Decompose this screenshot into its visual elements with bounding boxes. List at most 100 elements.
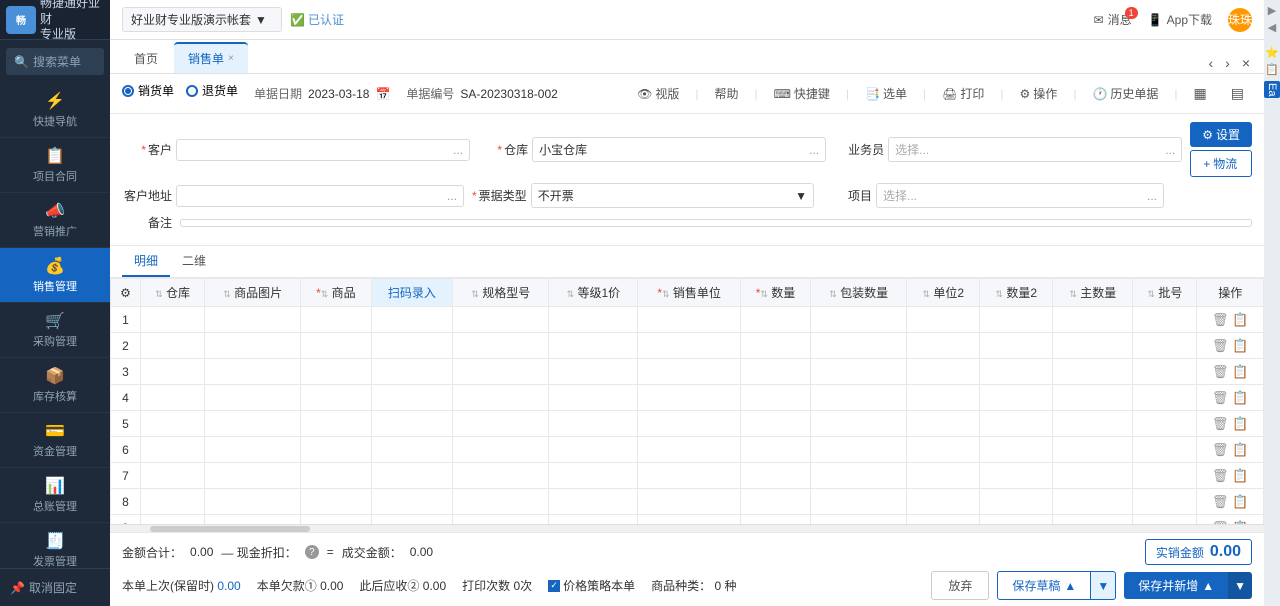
row-barcode[interactable]	[371, 359, 453, 385]
search-menu-button[interactable]: 🔍 搜索菜单	[6, 48, 104, 75]
row-warehouse[interactable]	[141, 489, 205, 515]
row-goods[interactable]	[301, 385, 371, 411]
row-unit2[interactable]	[907, 489, 980, 515]
row-delete-icon[interactable]: 🗑	[1212, 416, 1229, 432]
salesperson-input[interactable]: 选择... ...	[888, 137, 1182, 162]
save-draft-button[interactable]: 保存草稿 ▲	[997, 571, 1091, 600]
row-img[interactable]	[205, 307, 301, 333]
sidebar-item-invoice[interactable]: 🧾 发票管理	[0, 523, 110, 568]
row-barcode[interactable]	[371, 463, 453, 489]
save-draft-arrow-button[interactable]: ▼	[1091, 571, 1116, 600]
row-warehouse[interactable]	[141, 411, 205, 437]
view-button[interactable]: 👁 视版	[629, 82, 687, 105]
row-qty2[interactable]	[980, 333, 1053, 359]
row-packqty[interactable]	[811, 515, 907, 525]
col-settings[interactable]: ⚙	[111, 279, 141, 307]
row-copy-icon[interactable]: 📋	[1232, 364, 1248, 380]
row-warehouse[interactable]	[141, 515, 205, 525]
sidebar-item-purchase[interactable]: 🛒 采购管理	[0, 303, 110, 358]
row-qty2[interactable]	[980, 411, 1053, 437]
setup-button[interactable]: ⚙ 设置	[1190, 122, 1252, 147]
row-mainqty[interactable]	[1053, 385, 1133, 411]
row-qty2[interactable]	[980, 463, 1053, 489]
project-input[interactable]: 选择... ...	[876, 183, 1164, 208]
row-unit2[interactable]	[907, 307, 980, 333]
row-mainqty[interactable]	[1053, 333, 1133, 359]
customer-addr-input[interactable]: ...	[176, 185, 464, 207]
row-warehouse[interactable]	[141, 333, 205, 359]
row-batch[interactable]	[1133, 385, 1197, 411]
row-price1[interactable]	[549, 515, 638, 525]
row-copy-icon[interactable]: 📋	[1232, 390, 1248, 406]
row-barcode[interactable]	[371, 333, 453, 359]
col-qty2[interactable]: ⇅ 数量2	[980, 279, 1053, 307]
row-goods[interactable]	[301, 515, 371, 525]
row-delete-icon[interactable]: 🗑	[1212, 468, 1229, 484]
row-spec[interactable]	[453, 359, 549, 385]
row-packqty[interactable]	[811, 411, 907, 437]
row-delete-icon[interactable]: 🗑	[1212, 390, 1229, 406]
row-qty2[interactable]	[980, 385, 1053, 411]
row-qty[interactable]	[740, 489, 810, 515]
col-barcode[interactable]: 扫码录入	[371, 279, 453, 307]
row-unit2[interactable]	[907, 463, 980, 489]
warehouse-picker-dots[interactable]: ...	[809, 143, 819, 157]
row-img[interactable]	[205, 333, 301, 359]
col-qty[interactable]: *⇅ 数量	[740, 279, 810, 307]
row-price1[interactable]	[549, 437, 638, 463]
row-qty[interactable]	[740, 385, 810, 411]
row-qty[interactable]	[740, 463, 810, 489]
unpin-button[interactable]: 📌 取消固定	[6, 575, 104, 600]
row-mainqty[interactable]	[1053, 411, 1133, 437]
row-batch[interactable]	[1133, 437, 1197, 463]
calendar-icon[interactable]: 📅	[375, 87, 390, 101]
row-goods[interactable]	[301, 307, 371, 333]
right-panel-icon-2[interactable]: ◀	[1266, 21, 1279, 34]
row-goods[interactable]	[301, 411, 371, 437]
tab-next-button[interactable]: ›	[1221, 53, 1234, 73]
salesperson-picker-dots[interactable]: ...	[1165, 143, 1175, 157]
row-img[interactable]	[205, 515, 301, 525]
row-qty[interactable]	[740, 359, 810, 385]
row-packqty[interactable]	[811, 333, 907, 359]
table-tab-2d[interactable]: 二维	[170, 246, 218, 277]
tab-prev-button[interactable]: ‹	[1204, 53, 1217, 73]
row-goods[interactable]	[301, 489, 371, 515]
col-main-qty[interactable]: ⇅ 主数量	[1053, 279, 1133, 307]
print-button[interactable]: 🖨 打印	[934, 82, 992, 105]
tab-close-all-button[interactable]: ×	[1238, 53, 1254, 73]
row-barcode[interactable]	[371, 385, 453, 411]
col-salesunit[interactable]: *⇅ 销售单位	[638, 279, 740, 307]
row-unit2[interactable]	[907, 385, 980, 411]
row-price1[interactable]	[549, 463, 638, 489]
row-img[interactable]	[205, 489, 301, 515]
layout2-button[interactable]: ▤	[1223, 82, 1252, 105]
radio-sales-order[interactable]: 销货单	[122, 82, 174, 99]
scroll-thumb[interactable]	[150, 526, 310, 532]
row-mainqty[interactable]	[1053, 307, 1133, 333]
row-barcode[interactable]	[371, 437, 453, 463]
tab-sales-order[interactable]: 销售单 ×	[174, 42, 248, 73]
col-batch[interactable]: ⇅ 批号	[1133, 279, 1197, 307]
row-barcode[interactable]	[371, 307, 453, 333]
row-copy-icon[interactable]: 📋	[1232, 338, 1248, 354]
row-barcode[interactable]	[371, 515, 453, 525]
row-delete-icon[interactable]: 🗑	[1212, 442, 1229, 458]
row-warehouse[interactable]	[141, 437, 205, 463]
col-price1[interactable]: ⇅ 等级1价	[549, 279, 638, 307]
row-mainqty[interactable]	[1053, 515, 1133, 525]
row-mainqty[interactable]	[1053, 489, 1133, 515]
row-spec[interactable]	[453, 333, 549, 359]
row-batch[interactable]	[1133, 359, 1197, 385]
row-packqty[interactable]	[811, 385, 907, 411]
addmaterial-button[interactable]: + 物流	[1190, 150, 1252, 177]
row-qty[interactable]	[740, 333, 810, 359]
row-price1[interactable]	[549, 385, 638, 411]
row-salesunit[interactable]	[638, 307, 740, 333]
row-packqty[interactable]	[811, 359, 907, 385]
row-price1[interactable]	[549, 359, 638, 385]
row-spec[interactable]	[453, 463, 549, 489]
row-qty2[interactable]	[980, 307, 1053, 333]
row-spec[interactable]	[453, 489, 549, 515]
save-new-arrow-button[interactable]: ▼	[1228, 572, 1252, 599]
